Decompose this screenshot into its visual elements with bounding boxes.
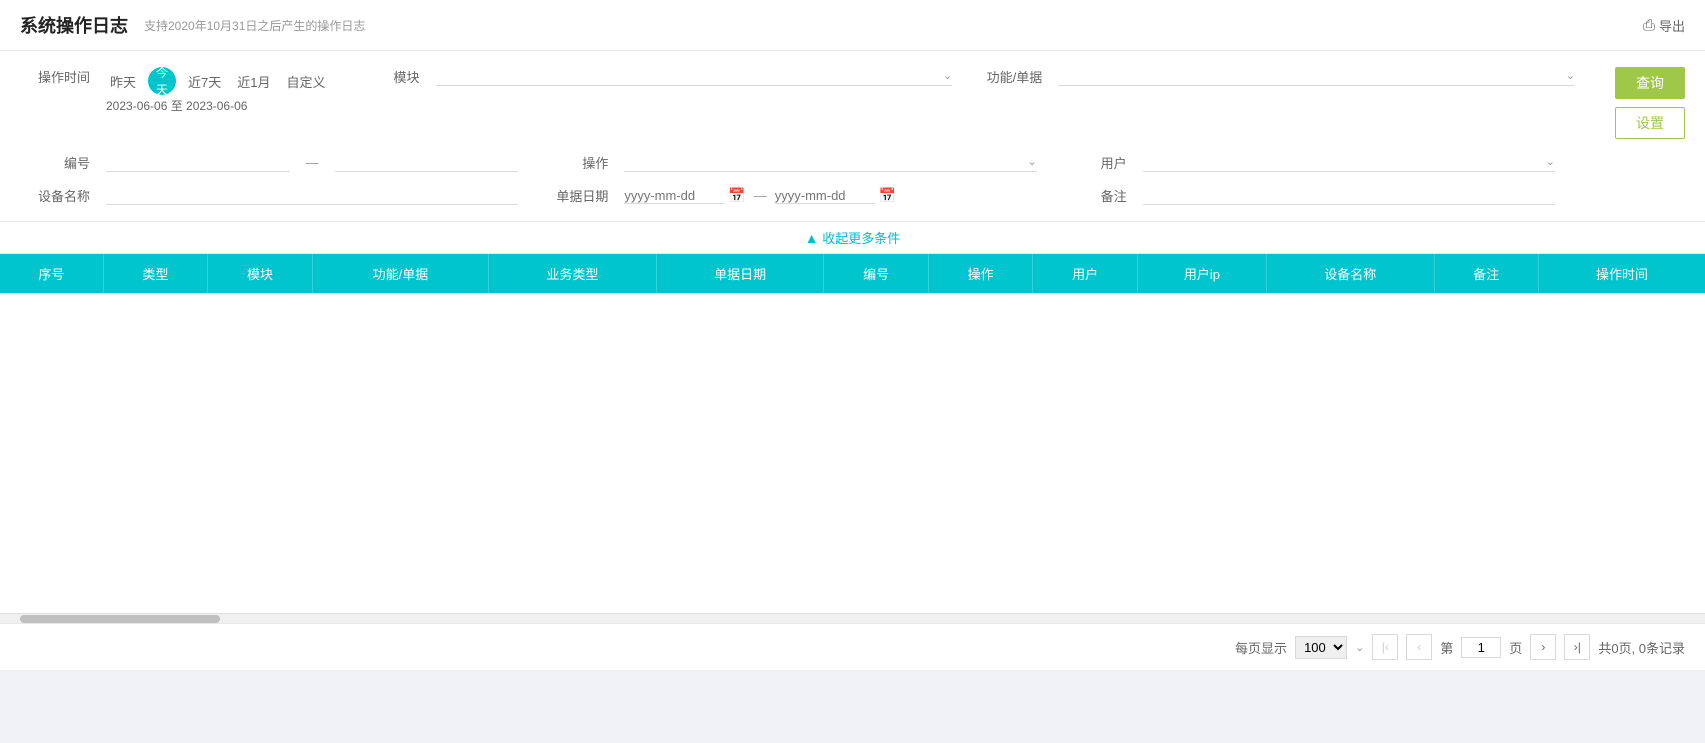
table-header: 序号 类型 模块 功能/单据 业务类型 单据日期 编号 操作 用户 用户ip 设… <box>0 254 1705 293</box>
calendar-start-icon[interactable]: 📅 <box>728 187 745 204</box>
function-input[interactable] <box>1058 68 1566 83</box>
time-filter-group: 昨天 今天 近7天 近1月 自定义 <box>106 67 330 95</box>
collapse-icon: ▲ <box>805 230 819 246</box>
device-input[interactable] <box>106 187 518 202</box>
doc-date-label: 单据日期 <box>538 186 608 205</box>
page-unit: 页 <box>1509 638 1522 657</box>
next-page-button[interactable]: › <box>1530 634 1556 660</box>
user-input[interactable] <box>1143 154 1546 169</box>
operation-dropdown-icon[interactable]: ⌄ <box>1027 155 1036 168</box>
horizontal-scrollbar[interactable] <box>0 613 1705 623</box>
number-label: 编号 <box>20 153 90 172</box>
prev-page-button[interactable]: ‹ <box>1406 634 1432 660</box>
collapse-label: 收起更多条件 <box>822 231 900 246</box>
total-records: 共0页, 0条记录 <box>1598 638 1685 657</box>
action-buttons: 查询 设置 <box>1615 67 1685 139</box>
per-page-arrow: ⌄ <box>1355 641 1364 654</box>
number-input2-wrap <box>335 154 519 172</box>
col-op-time: 操作时间 <box>1539 254 1705 293</box>
data-table: 序号 类型 模块 功能/单据 业务类型 单据日期 编号 操作 用户 用户ip 设… <box>0 254 1705 293</box>
col-number: 编号 <box>824 254 928 293</box>
time-7days[interactable]: 近7天 <box>184 70 225 93</box>
calendar-end-icon[interactable]: 📅 <box>879 187 896 204</box>
module-label: 模块 <box>350 67 420 86</box>
function-input-wrap: ⌄ <box>1058 68 1575 86</box>
col-user-ip: 用户ip <box>1137 254 1266 293</box>
remark-input[interactable] <box>1143 187 1555 202</box>
doc-date-end-input[interactable] <box>775 188 875 204</box>
query-button[interactable]: 查询 <box>1615 67 1685 99</box>
empty-area <box>0 293 1705 613</box>
device-input-wrap <box>106 187 518 205</box>
operation-input-wrap: ⌄ <box>624 154 1036 172</box>
scrollbar-thumb[interactable] <box>20 615 220 623</box>
time-today[interactable]: 今天 <box>148 67 176 95</box>
time-yesterday[interactable]: 昨天 <box>106 70 140 93</box>
page-subtitle: 支持2020年10月31日之后产生的操作日志 <box>144 17 365 34</box>
col-function: 功能/单据 <box>312 254 488 293</box>
user-dropdown-icon[interactable]: ⌄ <box>1546 155 1555 168</box>
col-device: 设备名称 <box>1266 254 1434 293</box>
module-input[interactable] <box>436 68 944 83</box>
user-label: 用户 <box>1057 153 1127 172</box>
number-input-start[interactable] <box>106 154 290 169</box>
time-1month[interactable]: 近1月 <box>233 70 274 93</box>
doc-date-range: 📅 — 📅 <box>624 187 896 204</box>
time-custom[interactable]: 自定义 <box>282 70 329 93</box>
per-page-select[interactable]: 100 50 200 <box>1295 636 1347 659</box>
doc-date-start-input[interactable] <box>624 188 724 204</box>
per-page-label: 每页显示 <box>1235 638 1287 657</box>
page-title: 系统操作日志 <box>20 12 128 38</box>
last-page-button[interactable]: ›| <box>1564 634 1590 660</box>
col-user: 用户 <box>1033 254 1137 293</box>
export-button[interactable]: ⎙ 导出 <box>1643 16 1685 35</box>
col-biz-type: 业务类型 <box>489 254 657 293</box>
collapse-bar[interactable]: ▲ 收起更多条件 <box>0 222 1705 254</box>
page-header: 系统操作日志 支持2020年10月31日之后产生的操作日志 ⎙ 导出 <box>0 0 1705 51</box>
remark-input-wrap <box>1143 187 1555 205</box>
doc-date-dash: — <box>754 188 767 203</box>
filter-section: 操作时间 昨天 今天 近7天 近1月 自定义 2023-06-06 至 2023… <box>0 51 1705 222</box>
device-label: 设备名称 <box>20 186 90 205</box>
number-divider: — <box>306 155 319 170</box>
page-label: 第 <box>1440 638 1453 657</box>
col-type: 类型 <box>103 254 207 293</box>
operation-input[interactable] <box>624 154 1027 169</box>
remark-label: 备注 <box>1057 186 1127 205</box>
page-number-input[interactable] <box>1461 637 1501 658</box>
first-page-button[interactable]: |‹ <box>1372 634 1398 660</box>
number-input-end[interactable] <box>335 154 519 169</box>
pagination-bar: 每页显示 100 50 200 ⌄ |‹ ‹ 第 页 › ›| 共0页, 0条记… <box>0 623 1705 670</box>
export-icon: ⎙ <box>1643 17 1655 34</box>
table-section: 序号 类型 模块 功能/单据 业务类型 单据日期 编号 操作 用户 用户ip 设… <box>0 254 1705 613</box>
time-label: 操作时间 <box>20 67 90 86</box>
settings-button[interactable]: 设置 <box>1615 107 1685 139</box>
function-label: 功能/单据 <box>972 67 1042 86</box>
time-range-display: 2023-06-06 至 2023-06-06 <box>106 97 330 114</box>
col-operation: 操作 <box>928 254 1032 293</box>
table-header-row: 序号 类型 模块 功能/单据 业务类型 单据日期 编号 操作 用户 用户ip 设… <box>0 254 1705 293</box>
col-remark: 备注 <box>1434 254 1538 293</box>
number-input1-wrap <box>106 154 290 172</box>
col-seq: 序号 <box>0 254 103 293</box>
user-input-wrap: ⌄ <box>1143 154 1555 172</box>
module-dropdown-icon[interactable]: ⌄ <box>943 69 952 82</box>
col-doc-date: 单据日期 <box>656 254 824 293</box>
operation-label: 操作 <box>538 153 608 172</box>
module-input-wrap: ⌄ <box>436 68 953 86</box>
function-dropdown-icon[interactable]: ⌄ <box>1566 69 1575 82</box>
col-module: 模块 <box>208 254 312 293</box>
